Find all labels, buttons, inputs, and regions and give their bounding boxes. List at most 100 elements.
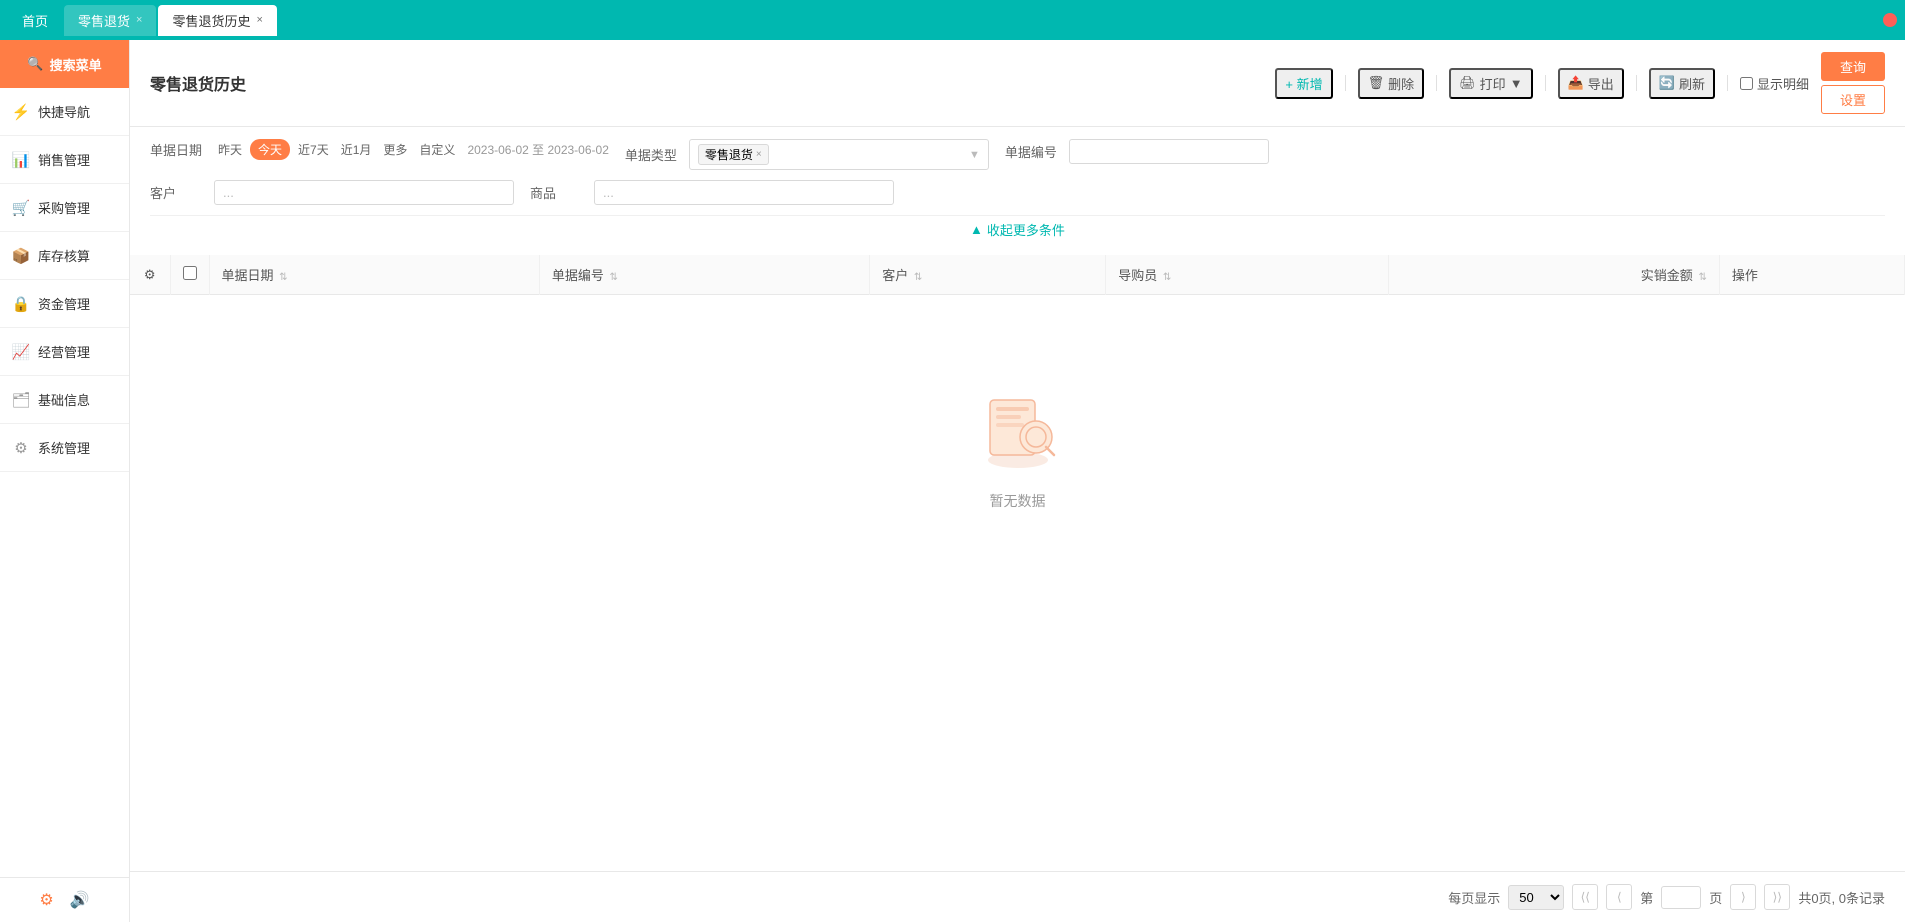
delete-label: 删除: [1388, 74, 1414, 93]
divider-4: [1636, 75, 1637, 91]
page-prev-btn[interactable]: ⟨: [1606, 884, 1632, 910]
customer-input[interactable]: ...: [214, 180, 514, 205]
sidebar-item-operations-mgmt-label: 经营管理: [38, 342, 90, 361]
sidebar: 🔍 搜索菜单 ⚡ 快捷导航 📊 销售管理 🛒 采购管理 📦 库存核算 🔒 资金管…: [0, 40, 130, 922]
basic-info-icon: 🗂: [12, 391, 30, 409]
per-page-select[interactable]: 50 10 20 100: [1508, 885, 1564, 910]
print-button[interactable]: 🖨 打印 ▼: [1449, 68, 1532, 99]
sidebar-search[interactable]: 🔍 搜索菜单: [0, 40, 129, 88]
page-next-btn[interactable]: ⟩: [1730, 884, 1756, 910]
date-opt-custom[interactable]: 自定义: [415, 139, 459, 160]
th-settings[interactable]: ⚙: [130, 255, 170, 295]
page-header-top: 零售退货历史 + 新增 🗑 删除 🖨 打印 ▼: [150, 52, 1885, 114]
page-label: 第: [1640, 888, 1653, 907]
doc-type-input[interactable]: 零售退货 × ▼: [689, 139, 989, 170]
th-guide[interactable]: 导购员 ⇅: [1106, 255, 1389, 295]
th-guide-label: 导购员: [1118, 268, 1157, 283]
goods-input[interactable]: ...: [594, 180, 894, 205]
divider-5: [1727, 75, 1728, 91]
sidebar-item-sales-mgmt[interactable]: 📊 销售管理: [0, 136, 129, 184]
pagination: 每页显示 50 10 20 100 ⟨⟨ ⟨ 第 1 页 ⟩ ⟩⟩ 共0页, 0…: [130, 871, 1905, 922]
page-suffix: 页: [1709, 888, 1722, 907]
th-actual-amount[interactable]: 实销金额 ⇅: [1389, 255, 1719, 295]
delete-icon: 🗑: [1368, 75, 1385, 91]
table-header-row: ⚙ 单据日期 ⇅ 单据编号 ⇅: [130, 255, 1905, 295]
doc-number-input[interactable]: [1069, 139, 1269, 164]
show-detail-checkbox[interactable]: [1740, 77, 1753, 90]
page-number-input[interactable]: 1: [1661, 886, 1701, 909]
collapse-button[interactable]: ▲ 收起更多条件: [150, 215, 1885, 243]
window-close-btn[interactable]: ×: [1883, 13, 1897, 27]
sidebar-item-inventory-label: 库存核算: [38, 246, 90, 265]
filter-row-1: 单据日期 昨天 今天 近7天 近1月 更多 自定义 2023-06-02 至 2…: [150, 139, 1885, 170]
system-mgmt-icon: ⚙: [12, 439, 30, 457]
add-button[interactable]: + 新增: [1275, 68, 1332, 99]
th-actual-amount-sort-icon: ⇅: [1698, 272, 1706, 283]
tab-retail-return-history[interactable]: 零售退货历史 ×: [158, 5, 276, 36]
date-opt-7days[interactable]: 近7天: [294, 139, 333, 160]
tab-retail-return[interactable]: 零售退货 ×: [64, 5, 156, 36]
export-icon: 📤: [1568, 75, 1584, 91]
table-area: ⚙ 单据日期 ⇅ 单据编号 ⇅: [130, 255, 1905, 922]
export-label: 导出: [1588, 74, 1614, 93]
sidebar-item-finance-mgmt[interactable]: 🔒 资金管理: [0, 280, 129, 328]
sidebar-settings-icon[interactable]: ⚙: [39, 890, 53, 910]
sidebar-bottom: ⚙ 🔊: [0, 877, 129, 922]
sidebar-item-quick-nav-label: 快捷导航: [38, 102, 90, 121]
export-button[interactable]: 📤 导出: [1558, 68, 1624, 99]
date-opt-today[interactable]: 今天: [250, 139, 290, 160]
customer-filter-label: 客户: [150, 183, 206, 202]
th-guide-sort-icon: ⇅: [1163, 272, 1171, 283]
refresh-icon: 🔄: [1659, 75, 1675, 91]
goods-filter-group: 商品 ...: [530, 180, 894, 205]
setting-button[interactable]: 设置: [1821, 85, 1885, 114]
empty-state: 暂无数据: [130, 295, 1905, 591]
refresh-label: 刷新: [1679, 74, 1705, 93]
date-opt-yesterday[interactable]: 昨天: [214, 139, 246, 160]
tab-retail-return-close[interactable]: ×: [136, 14, 142, 26]
th-doc-date[interactable]: 单据日期 ⇅: [209, 255, 539, 295]
th-actual-amount-label: 实销金额: [1641, 268, 1693, 283]
top-bar: 首页 零售退货 × 零售退货历史 × ×: [0, 0, 1905, 40]
doc-number-filter-group: 单据编号: [1005, 139, 1269, 164]
date-opt-1month[interactable]: 近1月: [337, 139, 376, 160]
sidebar-audio-icon[interactable]: 🔊: [70, 890, 90, 910]
th-doc-date-sort-icon: ⇅: [279, 272, 287, 283]
divider-3: [1545, 75, 1546, 91]
delete-button[interactable]: 🗑 删除: [1358, 68, 1425, 99]
inventory-icon: 📦: [12, 247, 30, 265]
select-all-checkbox[interactable]: [183, 266, 197, 280]
refresh-button[interactable]: 🔄 刷新: [1649, 68, 1715, 99]
doc-type-dropdown-icon: ▼: [969, 149, 980, 161]
sidebar-item-system-mgmt[interactable]: ⚙ 系统管理: [0, 424, 129, 472]
sidebar-item-operations-mgmt[interactable]: 📈 经营管理: [0, 328, 129, 376]
tab-retail-return-history-close[interactable]: ×: [256, 14, 262, 26]
page-first-btn[interactable]: ⟨⟨: [1572, 884, 1598, 910]
page-last-btn[interactable]: ⟩⟩: [1764, 884, 1790, 910]
doc-type-tag-remove[interactable]: ×: [756, 149, 762, 160]
th-check[interactable]: [170, 255, 209, 295]
date-opt-more[interactable]: 更多: [379, 139, 411, 160]
main-layout: 🔍 搜索菜单 ⚡ 快捷导航 📊 销售管理 🛒 采购管理 📦 库存核算 🔒 资金管…: [0, 40, 1905, 922]
tab-bar: 首页 零售退货 × 零售退货历史 ×: [8, 5, 1883, 36]
per-page-label: 每页显示: [1448, 888, 1500, 907]
goods-filter-label: 商品: [530, 183, 586, 202]
empty-icon: [968, 375, 1068, 475]
th-customer[interactable]: 客户 ⇅: [870, 255, 1106, 295]
th-doc-number[interactable]: 单据编号 ⇅: [539, 255, 869, 295]
tab-home[interactable]: 首页: [8, 5, 62, 36]
print-label: 打印: [1480, 74, 1506, 93]
sales-mgmt-icon: 📊: [12, 151, 30, 169]
sidebar-item-inventory[interactable]: 📦 库存核算: [0, 232, 129, 280]
sidebar-item-purchase-mgmt[interactable]: 🛒 采购管理: [0, 184, 129, 232]
collapse-up-icon: ▲: [970, 222, 983, 237]
window-controls: ×: [1883, 13, 1897, 27]
sidebar-item-quick-nav[interactable]: ⚡ 快捷导航: [0, 88, 129, 136]
search-icon: 🔍: [27, 56, 43, 72]
header-actions: + 新增 🗑 删除 🖨 打印 ▼ 📤 导出: [1275, 52, 1885, 114]
th-customer-sort-icon: ⇅: [914, 272, 922, 283]
filter-row-2: 客户 ... 商品 ...: [150, 180, 1885, 205]
sidebar-item-basic-info[interactable]: 🗂 基础信息: [0, 376, 129, 424]
sidebar-item-purchase-mgmt-label: 采购管理: [38, 198, 90, 217]
query-button[interactable]: 查询: [1821, 52, 1885, 81]
